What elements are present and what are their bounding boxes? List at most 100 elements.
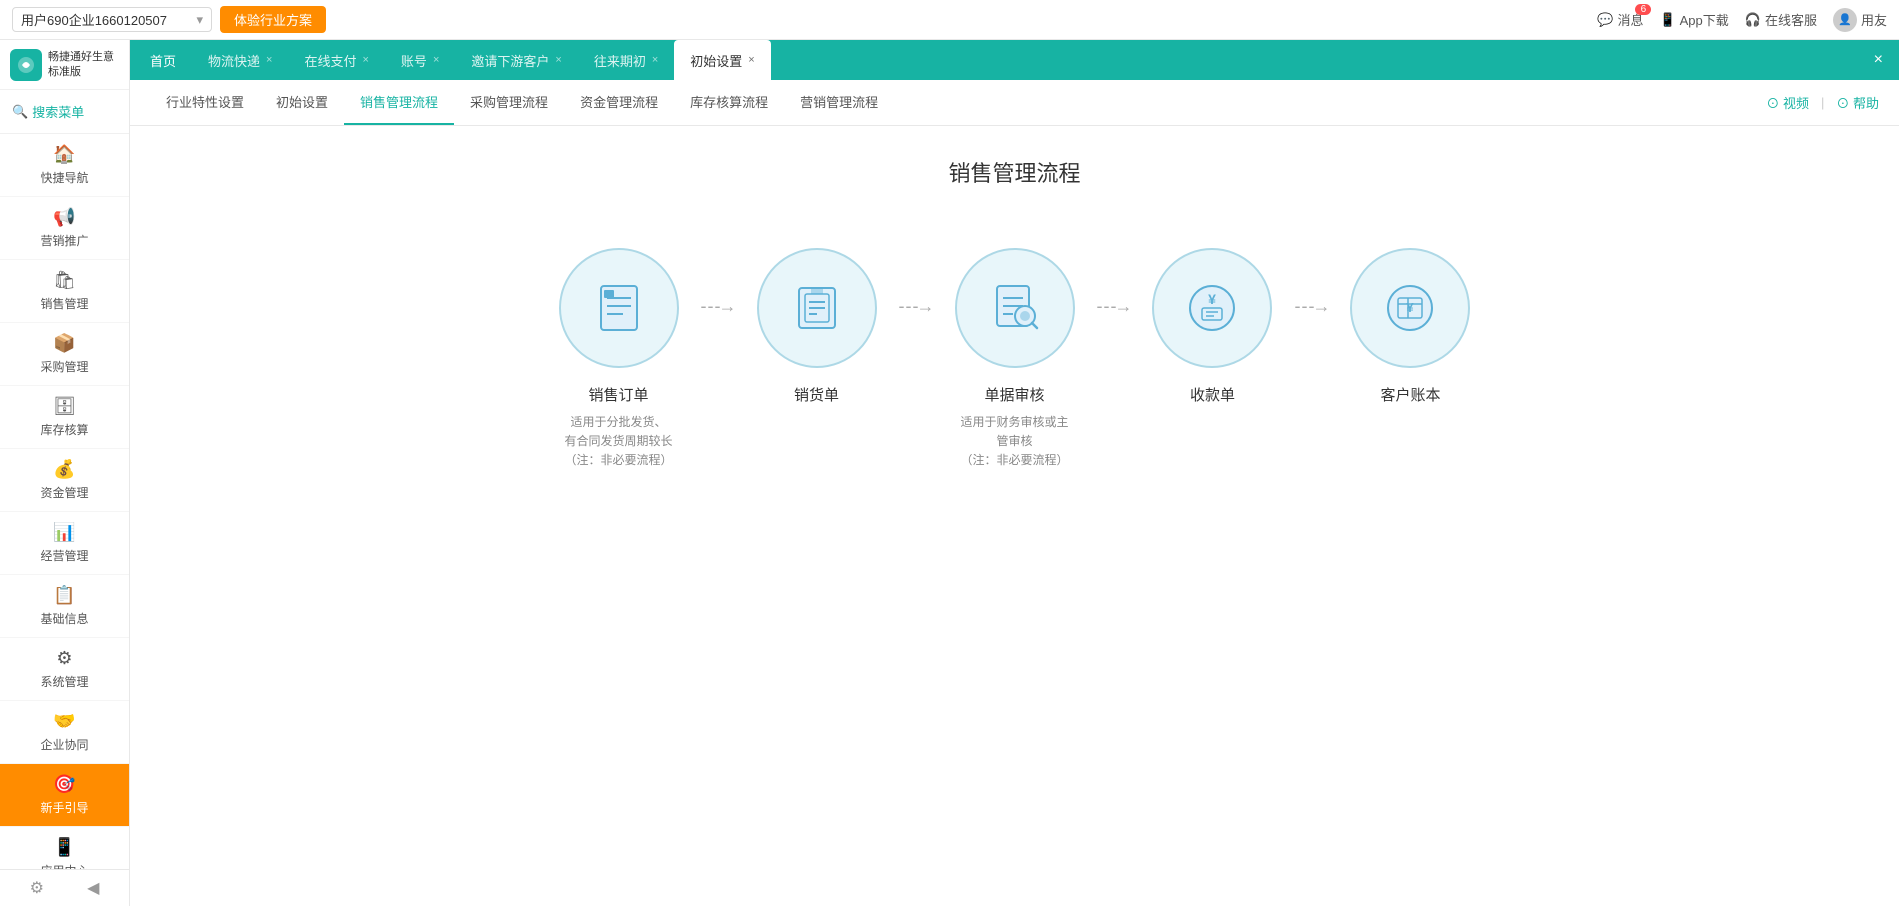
sidebar-item-basic-info[interactable]: 📋 基础信息 — [0, 575, 129, 638]
nav-tab-account[interactable]: 账号 × — [385, 40, 455, 80]
flow-step-name-voucher-audit: 单据审核 — [984, 384, 1044, 405]
sidebar-label-basic-info: 基础信息 — [40, 610, 88, 627]
sidebar-item-inventory[interactable]: 🗄 库存核算 — [0, 386, 129, 449]
flow-circle-receipt[interactable]: ¥ — [1152, 248, 1272, 368]
nav-tab-invite-downstream[interactable]: 邀请下游客户× — [455, 40, 577, 80]
sidebar-icon-app-center: 📱 — [53, 837, 75, 858]
flow-diagram: 销售订单 适用于分批发货、有合同发货周期较长（注：非必要流程） - - -→ 销… — [170, 248, 1859, 471]
nav-tab-label-period-init: 往来期初 — [594, 51, 646, 70]
sidebar-icon-basic-info: 📋 — [53, 585, 75, 606]
sidebar-icon-enterprise-coop: 🤝 — [53, 711, 75, 732]
sub-tab-finance-flow[interactable]: 资金管理流程 — [564, 80, 674, 125]
page-content: 行业特性设置初始设置销售管理流程采购管理流程资金管理流程库存核算流程营销管理流程… — [130, 80, 1899, 906]
collapse-sidebar-button[interactable]: ◀ — [87, 878, 99, 898]
sidebar-item-marketing-promo[interactable]: 📢营销推广 — [0, 197, 129, 260]
sub-tab-initial-setup[interactable]: 初始设置 — [260, 80, 344, 125]
sidebar-label-app-center: 应用中心 — [40, 862, 88, 869]
message-badge: 6 — [1635, 4, 1651, 15]
close-tab-period-init[interactable]: × — [652, 54, 658, 66]
flow-title: 销售管理流程 — [170, 156, 1859, 188]
logo-text: 畅捷通好生意 标准版 — [48, 50, 114, 79]
flow-circle-voucher-audit[interactable] — [955, 248, 1075, 368]
sidebar-item-finance-mgmt[interactable]: 💰 资金管理 — [0, 449, 129, 512]
flow-step-name-customer-ledger: 客户账本 — [1380, 384, 1440, 405]
close-tab-initial-setup[interactable]: × — [748, 54, 754, 66]
sidebar-icon-sales-mgmt: 🛍 — [53, 270, 76, 291]
flow-step-customer-ledger: ¥ 客户账本 — [1320, 248, 1500, 413]
search-menu-button[interactable]: 🔍 搜索菜单 — [8, 98, 121, 125]
download-icon: 📱 — [1659, 12, 1675, 28]
sub-tab-inventory-flow[interactable]: 库存核算流程 — [674, 80, 784, 125]
sub-tab-sales-flow[interactable]: 销售管理流程 — [344, 80, 454, 125]
sidebar-icon-purchase-mgmt: 📦 — [53, 333, 75, 354]
nav-tabs: 首页物流快递×在线支付×账号×邀请下游客户×往来期初×初始设置×× — [130, 40, 1899, 80]
flow-circle-sales-delivery[interactable] — [757, 248, 877, 368]
sidebar-items: 🏠快捷导航📢营销推广🛍销售管理 📦 采购管理 🗄 库存核算 💰 资金管理 📊经营管理 📋 基础信息… — [0, 134, 129, 869]
settings-icon[interactable]: ⚙ — [30, 878, 44, 898]
sidebar-label-inventory: 库存核算 — [40, 421, 88, 438]
user-selector[interactable]: 用户690企业1660120507 ▾ — [12, 7, 212, 32]
nav-tab-home[interactable]: 首页 — [134, 40, 192, 80]
message-button[interactable]: 💬 6 消息 — [1597, 10, 1643, 29]
sidebar-label-purchase-mgmt: 采购管理 — [40, 358, 88, 375]
sidebar-icon-ops-mgmt: 📊 — [53, 522, 75, 543]
sidebar-item-purchase-mgmt[interactable]: 📦 采购管理 — [0, 323, 129, 386]
sidebar-icon-finance-mgmt: 💰 — [53, 459, 75, 480]
sidebar-item-sales-mgmt[interactable]: 🛍销售管理 — [0, 260, 129, 323]
nav-tab-payment[interactable]: 在线支付× — [288, 40, 384, 80]
top-bar-right: 💬 6 消息 📱 App下载 🎧 在线客服 👤 用友 — [1597, 8, 1887, 32]
nav-tab-logistics[interactable]: 物流快递× — [192, 40, 288, 80]
sidebar-item-system-mgmt[interactable]: ⚙系统管理 — [0, 638, 129, 701]
sidebar-item-quick-guide[interactable]: 🏠快捷导航 — [0, 134, 129, 197]
top-bar-left: 用户690企业1660120507 ▾ 体验行业方案 — [12, 6, 326, 33]
avatar: 👤 — [1833, 8, 1857, 32]
svg-text:¥: ¥ — [1209, 291, 1217, 307]
flow-step-sales-order: 销售订单 适用于分批发货、有合同发货周期较长（注：非必要流程） — [529, 248, 709, 471]
flow-step-voucher-audit: 单据审核 适用于财务审核或主管审核（注：非必要流程） — [925, 248, 1105, 471]
main-layout: 畅捷通好生意 标准版 🔍 搜索菜单 🏠快捷导航📢营销推广🛍销售管理 📦 采购管理 🗄 库… — [0, 40, 1899, 906]
sidebar-item-ops-mgmt[interactable]: 📊经营管理 — [0, 512, 129, 575]
flow-step-name-receipt: 收款单 — [1190, 384, 1235, 405]
nav-tab-label-home: 首页 — [150, 51, 176, 70]
flow-circle-sales-order[interactable] — [559, 248, 679, 368]
sub-tabs: 行业特性设置初始设置销售管理流程采购管理流程资金管理流程库存核算流程营销管理流程… — [130, 80, 1899, 126]
user-name-label: 用友 — [1861, 10, 1887, 29]
sub-tab-marketing-flow[interactable]: 营销管理流程 — [784, 80, 894, 125]
sidebar-logo: 畅捷通好生意 标准版 — [0, 40, 129, 90]
nav-tab-label-account: 账号 — [401, 51, 427, 70]
flow-step-name-sales-delivery: 销货单 — [794, 384, 839, 405]
video-button[interactable]: ⊙ 视频 — [1766, 93, 1809, 112]
sidebar-item-new-guide[interactable]: 🎯新手引导 — [0, 764, 129, 827]
nav-tab-period-init[interactable]: 往来期初 × — [578, 40, 674, 80]
app-download-label: App下载 — [1680, 10, 1729, 29]
online-service-button[interactable]: 🎧 在线客服 — [1745, 10, 1817, 29]
sidebar-label-finance-mgmt: 资金管理 — [40, 484, 88, 501]
sub-tab-industry-settings[interactable]: 行业特性设置 — [150, 80, 260, 125]
online-service-label: 在线客服 — [1765, 10, 1817, 29]
logo-icon — [10, 49, 42, 81]
search-icon: 🔍 — [12, 104, 28, 120]
content-area: 首页物流快递×在线支付×账号×邀请下游客户×往来期初×初始设置×× 行业特性设置… — [130, 40, 1899, 906]
sidebar-icon-inventory: 🗄 — [53, 396, 76, 417]
help-button[interactable]: ⊙ 帮助 — [1836, 93, 1879, 112]
nav-tab-initial-setup[interactable]: 初始设置× — [674, 40, 770, 80]
flow-circle-customer-ledger[interactable]: ¥ — [1350, 248, 1470, 368]
user-selector-text: 用户690企业1660120507 — [21, 10, 167, 29]
sidebar-item-enterprise-coop[interactable]: 🤝 企业协同 — [0, 701, 129, 764]
sub-tab-purchase-flow[interactable]: 采购管理流程 — [454, 80, 564, 125]
headset-icon: 🎧 — [1745, 12, 1761, 28]
close-tab-logistics[interactable]: × — [266, 54, 272, 66]
flow-step-desc-voucher-audit: 适用于财务审核或主管审核（注：非必要流程） — [960, 413, 1068, 471]
sidebar-label-enterprise-coop: 企业协同 — [40, 736, 88, 753]
user-menu-button[interactable]: 👤 用友 — [1833, 8, 1887, 32]
close-all-tabs-button[interactable]: × — [1862, 51, 1895, 69]
app-download-button[interactable]: 📱 App下载 — [1659, 10, 1728, 29]
sidebar-icon-marketing-promo: 📢 — [53, 207, 75, 228]
close-tab-invite-downstream[interactable]: × — [555, 54, 561, 66]
trial-industry-button[interactable]: 体验行业方案 — [220, 6, 326, 33]
flow-step-receipt: ¥ 收款单 — [1122, 248, 1302, 413]
sidebar-item-app-center[interactable]: 📱 应用中心 — [0, 827, 129, 869]
close-tab-payment[interactable]: × — [362, 54, 368, 66]
flow-content: 销售管理流程 销售订单 适用于分批发货、有合同发货周期较长（注：非必要流程） -… — [130, 126, 1899, 501]
close-tab-account[interactable]: × — [433, 54, 439, 66]
